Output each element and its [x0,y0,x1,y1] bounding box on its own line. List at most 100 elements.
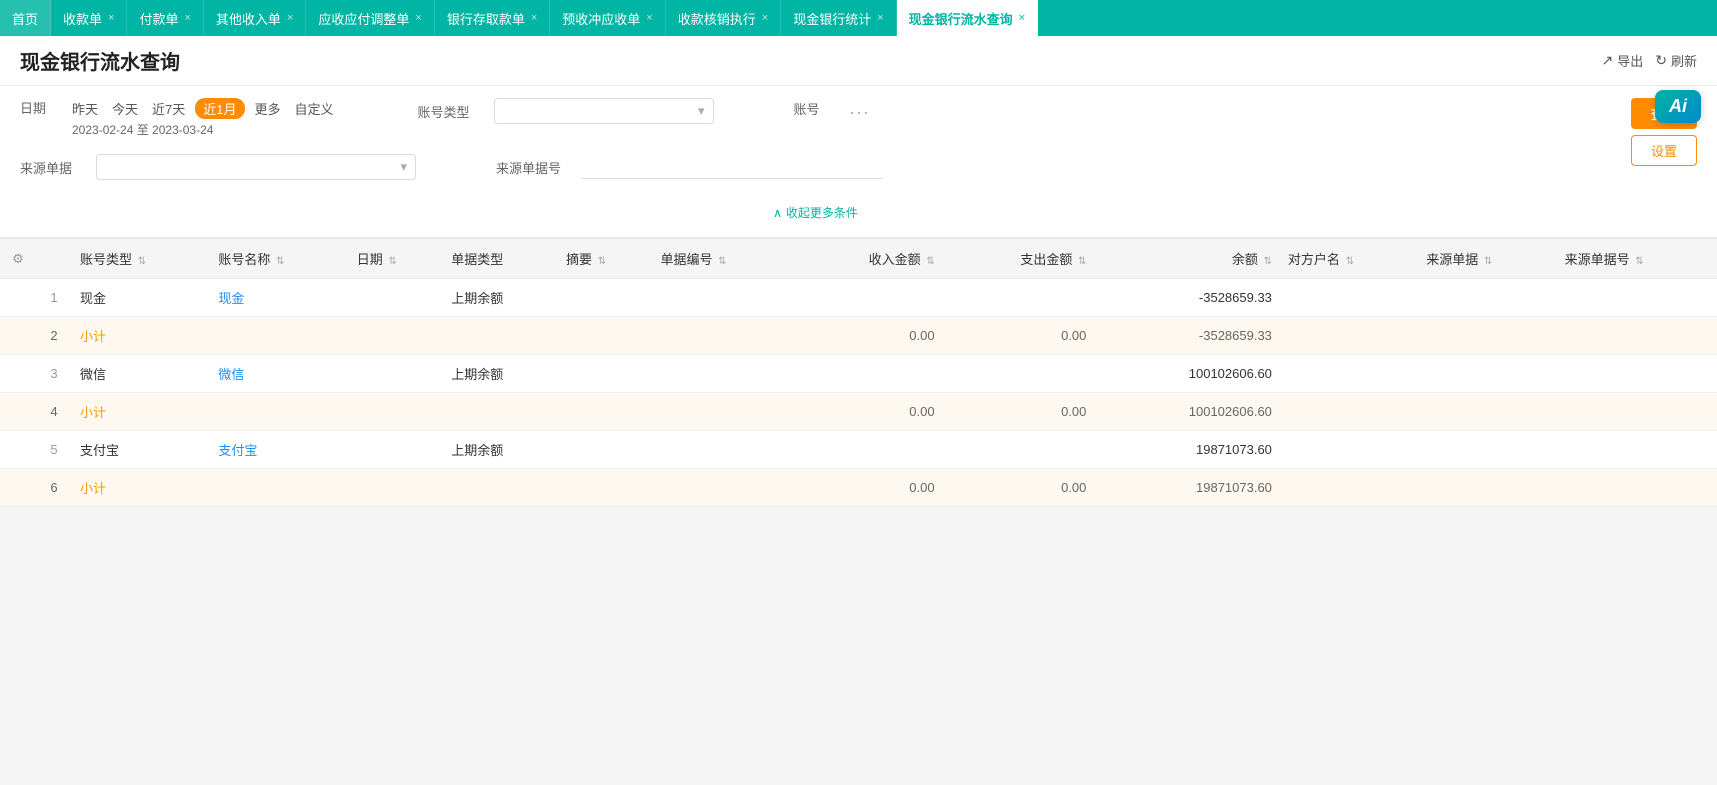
nav-verification-close[interactable]: × [762,12,768,24]
nav-bank-deposit-close[interactable]: × [531,12,537,24]
account-type-select[interactable]: ▾ [494,98,714,124]
shortcut-1month[interactable]: 近1月 [195,98,244,119]
row-counterparty-1 [1280,317,1418,355]
nav-bank-deposit[interactable]: 银行存取款单 × [435,0,550,36]
collapse-button[interactable]: ∧ 收起更多条件 [761,200,870,225]
nav-other-income-close[interactable]: × [287,12,293,24]
nav-other-income-label: 其他收入单 [216,9,281,28]
col-balance-label: 余额 [1232,252,1258,267]
nav-cash-stats-close[interactable]: × [877,12,883,24]
row-expense-4 [943,431,1095,469]
th-balance[interactable]: 余额 ⇅ [1094,239,1280,279]
ai-badge[interactable]: Ai [1655,90,1701,123]
settings-button[interactable]: 设置 [1631,135,1697,166]
nav-cash-flow[interactable]: 现金银行流水查询 × [897,0,1038,36]
nav-prepay-close[interactable]: × [646,12,652,24]
nav-payment[interactable]: 付款单 × [127,0,203,36]
row-doc-no-4 [652,431,790,469]
row-gear-5 [0,469,36,507]
row-balance-0: -3528659.33 [1094,279,1280,317]
row-source-doc-5 [1418,469,1556,507]
nav-prepay[interactable]: 预收冲应收单 × [550,0,665,36]
collapse-label: 收起更多条件 [786,204,858,221]
row-summary-2 [558,355,653,393]
shortcut-more[interactable]: 更多 [251,98,285,119]
top-navigation: 首页 收款单 × 付款单 × 其他收入单 × 应收应付调整单 × 银行存取款单 … [0,0,1717,36]
row-gear-0 [0,279,36,317]
row-income-2 [791,355,943,393]
nav-cash-stats-label: 现金银行统计 [793,9,871,28]
row-source-doc-1 [1418,317,1556,355]
row-expense-2 [943,355,1095,393]
row-counterparty-4 [1280,431,1418,469]
refresh-icon: ↻ [1655,52,1667,69]
source-doc-label: 来源单据 [20,158,80,177]
shortcut-today[interactable]: 今天 [108,98,142,119]
row-index-0: 1 [36,279,72,317]
nav-payment-close[interactable]: × [184,12,190,24]
page-header: 现金银行流水查询 ↗ 导出 ↻ 刷新 [0,36,1717,86]
col-counterparty-label: 对方户名 [1288,252,1340,267]
shortcut-yesterday[interactable]: 昨天 [68,98,102,119]
row-account-type-3: 小计 [72,393,210,431]
th-gear: ⚙ [0,239,36,279]
th-source-doc[interactable]: 来源单据 ⇅ [1418,239,1556,279]
col-expense-label: 支出金额 [1020,252,1072,267]
row-gear-2 [0,355,36,393]
row-income-3: 0.00 [791,393,943,431]
date-filter-label: 日期 [20,98,60,117]
account-type-label: 账号类型 [418,102,478,121]
row-summary-5 [558,469,653,507]
gear-settings-icon[interactable]: ⚙ [8,251,28,267]
th-date[interactable]: 日期 ⇅ [349,239,444,279]
th-doc-no[interactable]: 单据编号 ⇅ [652,239,790,279]
col-account-type-label: 账号类型 [80,252,132,267]
row-account-name-3 [210,393,348,431]
row-doc-type-4: 上期余额 [443,431,558,469]
row-date-5 [349,469,444,507]
row-counterparty-2 [1280,355,1418,393]
col-summary-label: 摘要 [566,252,592,267]
source-doc-no-input[interactable] [582,155,882,179]
row-source-doc-no-1 [1557,317,1717,355]
th-summary[interactable]: 摘要 ⇅ [558,239,653,279]
nav-cash-stats[interactable]: 现金银行统计 × [781,0,896,36]
source-doc-select[interactable]: ▾ [96,154,416,180]
account-dots-button[interactable]: ... [850,98,871,119]
row-account-type-2: 微信 [72,355,210,393]
nav-home[interactable]: 首页 [0,0,51,36]
th-income[interactable]: 收入金额 ⇅ [791,239,943,279]
th-expense[interactable]: 支出金额 ⇅ [943,239,1095,279]
filter-area: 日期 昨天 今天 近7天 近1月 更多 自定义 2023-02-24 至 202… [0,86,1717,238]
table-container: ⚙ 账号类型 ⇅ 账号名称 ⇅ 日期 ⇅ 单据类型 [0,238,1717,507]
nav-other-income[interactable]: 其他收入单 × [204,0,306,36]
export-button[interactable]: ↗ 导出 [1602,51,1644,70]
row-date-4 [349,431,444,469]
col-income-label: 收入金额 [869,252,921,267]
th-source-doc-no[interactable]: 来源单据号 ⇅ [1557,239,1717,279]
nav-verification[interactable]: 收款核销执行 × [666,0,781,36]
export-label: 导出 [1617,51,1643,70]
account-type-chevron: ▾ [698,103,705,119]
col-date-label: 日期 [357,252,383,267]
nav-adjustment-label: 应收应付调整单 [318,9,409,28]
nav-receipt[interactable]: 收款单 × [51,0,127,36]
row-gear-1 [0,317,36,355]
th-account-type[interactable]: 账号类型 ⇅ [72,239,210,279]
row-doc-no-0 [652,279,790,317]
row-expense-3: 0.00 [943,393,1095,431]
row-source-doc-0 [1418,279,1556,317]
refresh-button[interactable]: ↻ 刷新 [1655,51,1697,70]
row-income-5: 0.00 [791,469,943,507]
th-counterparty[interactable]: 对方户名 ⇅ [1280,239,1418,279]
row-counterparty-0 [1280,279,1418,317]
nav-adjustment-close[interactable]: × [415,12,421,24]
sort-icon-summary: ⇅ [598,256,606,267]
nav-cash-flow-close[interactable]: × [1019,12,1025,24]
nav-receipt-close[interactable]: × [108,12,114,24]
shortcut-7days[interactable]: 近7天 [148,98,189,119]
table-header-row: ⚙ 账号类型 ⇅ 账号名称 ⇅ 日期 ⇅ 单据类型 [0,239,1717,279]
nav-adjustment[interactable]: 应收应付调整单 × [306,0,434,36]
th-account-name[interactable]: 账号名称 ⇅ [210,239,348,279]
shortcut-custom[interactable]: 自定义 [291,98,338,119]
